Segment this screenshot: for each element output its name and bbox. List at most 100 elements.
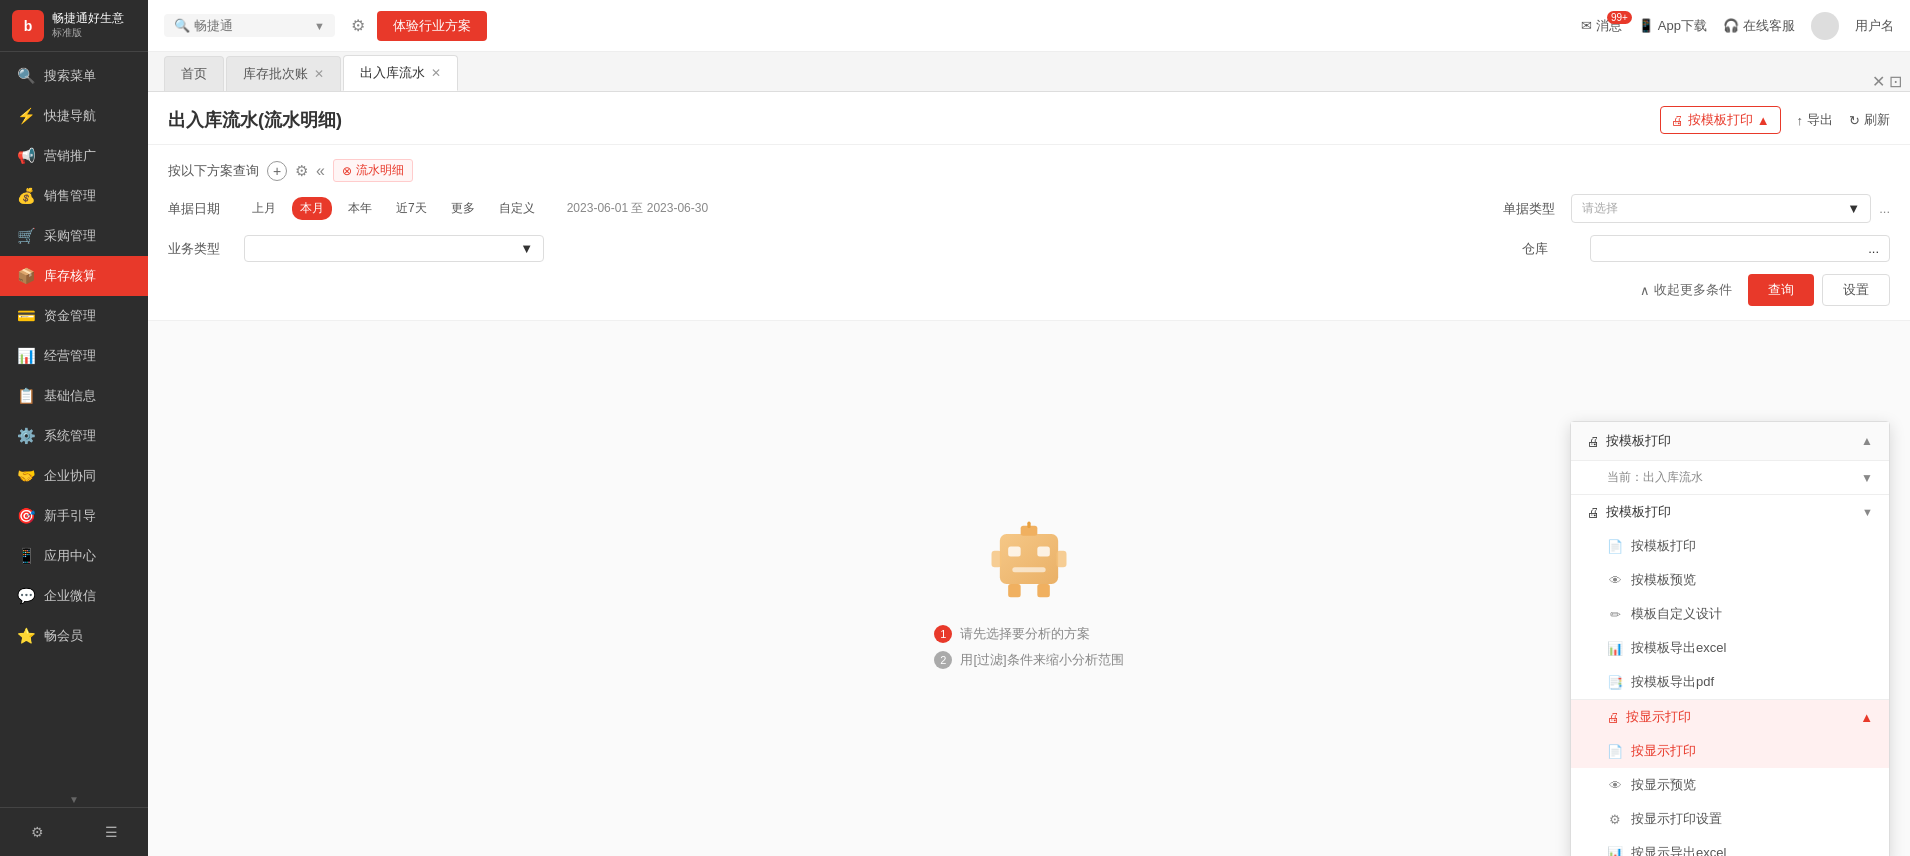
message-button[interactable]: ✉ 消息 99+ bbox=[1581, 17, 1622, 35]
doc-type-more-icon[interactable]: ... bbox=[1879, 201, 1890, 216]
online-service-button[interactable]: 🎧 在线客服 bbox=[1723, 17, 1795, 35]
basic-icon: 📋 bbox=[16, 386, 36, 406]
filter-collapse-icon[interactable]: « bbox=[316, 162, 325, 180]
sidebar-item-member[interactable]: ⭐畅会员 bbox=[0, 616, 148, 656]
sidebar-item-collab[interactable]: 🤝企业协同 bbox=[0, 456, 148, 496]
sidebar-label-finance: 资金管理 bbox=[44, 307, 96, 325]
dropdown-title: 🖨 按模板打印 bbox=[1587, 432, 1671, 450]
tab-batch-account[interactable]: 库存批次账 ✕ bbox=[226, 56, 341, 91]
svg-rect-0 bbox=[1000, 534, 1058, 584]
sidebar-item-inventory[interactable]: 📦库存核算 bbox=[0, 256, 148, 296]
marketing-icon: 📢 bbox=[16, 146, 36, 166]
dropdown-header-arrow[interactable]: ▲ bbox=[1861, 434, 1873, 448]
quick-nav-icon: ⚡ bbox=[16, 106, 36, 126]
template-print-section-header[interactable]: 🖨 按模板打印 ▼ bbox=[1571, 495, 1889, 529]
filter-tag-item[interactable]: ⊗ 流水明细 bbox=[333, 159, 413, 182]
display-preview-item[interactable]: 👁 按显示预览 bbox=[1571, 768, 1889, 802]
template-pdf-item[interactable]: 📑 按模板导出pdf bbox=[1571, 665, 1889, 699]
tab-label-batch-account: 库存批次账 bbox=[243, 65, 308, 83]
date-btn-本年[interactable]: 本年 bbox=[340, 197, 380, 220]
template-excel-item[interactable]: 📊 按模板导出excel bbox=[1571, 631, 1889, 665]
logo-title: 畅捷通好生意 bbox=[52, 11, 124, 27]
filter-date-row: 单据日期 上月本月本年近7天更多自定义 2023-06-01 至 2023-06… bbox=[168, 194, 1890, 223]
display-print-section-header[interactable]: 🖨 按显示打印 ▲ bbox=[1571, 700, 1889, 734]
collapse-icon: ∧ bbox=[1640, 283, 1650, 298]
display-print-item[interactable]: 📄 按显示打印 bbox=[1571, 734, 1889, 768]
date-btn-上月[interactable]: 上月 bbox=[244, 197, 284, 220]
topbar-search-input[interactable] bbox=[194, 18, 314, 33]
sidebar-item-quick-nav[interactable]: ⚡快捷导航 bbox=[0, 96, 148, 136]
display-section-icon: 🖨 bbox=[1607, 710, 1620, 725]
search-icon: 🔍 bbox=[16, 66, 36, 86]
sidebar-label-system: 系统管理 bbox=[44, 427, 96, 445]
data-area: 1 请先选择要分析的方案 2 用[过滤]条件来缩小分析范围 bbox=[148, 321, 1910, 856]
empty-state-icon bbox=[979, 509, 1079, 609]
doc-type-select[interactable]: 请选择 ▼ bbox=[1571, 194, 1871, 223]
print-dropdown-icon[interactable]: ▲ bbox=[1757, 113, 1770, 128]
step1-text: 请先选择要分析的方案 bbox=[960, 625, 1090, 643]
item-excel-icon-2: 📊 bbox=[1607, 845, 1623, 856]
export-icon: ↑ bbox=[1797, 113, 1804, 128]
display-excel-item[interactable]: 📊 按显示导出excel bbox=[1571, 836, 1889, 856]
display-print-settings-item[interactable]: ⚙ 按显示打印设置 bbox=[1571, 802, 1889, 836]
sidebar-scroll-down[interactable]: ▼ bbox=[0, 792, 148, 807]
menu-toggle-icon[interactable]: ☰ bbox=[99, 818, 124, 846]
date-filter-group: 上月本月本年近7天更多自定义 bbox=[244, 197, 543, 220]
filter-settings-icon[interactable]: ⚙ bbox=[295, 162, 308, 180]
sidebar-item-sales[interactable]: 💰销售管理 bbox=[0, 176, 148, 216]
user-avatar[interactable] bbox=[1811, 12, 1839, 40]
tab-flow[interactable]: 出入库流水 ✕ bbox=[343, 55, 458, 91]
print-template-button[interactable]: 🖨 按模板打印 ▲ bbox=[1660, 106, 1781, 134]
collapse-more-button[interactable]: ∧ 收起更多条件 bbox=[1640, 274, 1732, 306]
sidebar-item-wechat[interactable]: 💬企业微信 bbox=[0, 576, 148, 616]
trial-industry-button[interactable]: 体验行业方案 bbox=[377, 11, 487, 41]
inventory-icon: 📦 bbox=[16, 266, 36, 286]
tab-home[interactable]: 首页 bbox=[164, 56, 224, 91]
settings-button[interactable]: 设置 bbox=[1822, 274, 1890, 306]
page-content: 出入库流水(流水明细) 🖨 按模板打印 ▲ ↑ 导出 ↻ 刷新 bbox=[148, 92, 1910, 856]
export-button[interactable]: ↑ 导出 bbox=[1797, 111, 1834, 129]
sidebar-item-purchase[interactable]: 🛒采购管理 bbox=[0, 216, 148, 256]
topbar-gear-icon[interactable]: ⚙ bbox=[351, 16, 365, 35]
settings-icon[interactable]: ⚙ bbox=[25, 818, 50, 846]
dropdown-current-row: 当前：出入库流水 ▼ bbox=[1571, 461, 1889, 495]
svg-rect-9 bbox=[1037, 584, 1050, 597]
step2-text: 用[过滤]条件来缩小分析范围 bbox=[960, 651, 1123, 669]
date-btn-近7天[interactable]: 近7天 bbox=[388, 197, 435, 220]
template-preview-item[interactable]: 👁 按模板预览 bbox=[1571, 563, 1889, 597]
date-btn-自定义[interactable]: 自定义 bbox=[491, 197, 543, 220]
step1-number: 1 bbox=[934, 625, 952, 643]
topbar-search-dropdown-icon[interactable]: ▼ bbox=[314, 20, 325, 32]
filter-add-button[interactable]: + bbox=[267, 161, 287, 181]
tab-close-batch-account[interactable]: ✕ bbox=[314, 67, 324, 81]
tab-close-flow[interactable]: ✕ bbox=[431, 66, 441, 80]
template-print-item-1[interactable]: 📄 按模板打印 bbox=[1571, 529, 1889, 563]
item-print-icon-1: 📄 bbox=[1607, 538, 1623, 554]
topbar-search-icon: 🔍 bbox=[174, 18, 190, 33]
sidebar-item-finance[interactable]: 💳资金管理 bbox=[0, 296, 148, 336]
dropdown-current-arrow[interactable]: ▼ bbox=[1861, 471, 1873, 485]
warehouse-select[interactable]: ... bbox=[1590, 235, 1890, 262]
tab-expand-controls: ✕ ⊡ bbox=[1872, 72, 1902, 91]
topbar-search-box[interactable]: 🔍 ▼ bbox=[164, 14, 335, 37]
tab-maximize-icon[interactable]: ⊡ bbox=[1889, 72, 1902, 91]
biz-type-select[interactable]: ▼ bbox=[244, 235, 544, 262]
page-title: 出入库流水(流水明细) bbox=[168, 108, 342, 132]
sidebar-item-marketing[interactable]: 📢营销推广 bbox=[0, 136, 148, 176]
tab-minimize-icon[interactable]: ✕ bbox=[1872, 72, 1885, 91]
item-design-icon: ✏ bbox=[1607, 606, 1623, 622]
sidebar-item-system[interactable]: ⚙️系统管理 bbox=[0, 416, 148, 456]
sidebar-item-operations[interactable]: 📊经营管理 bbox=[0, 336, 148, 376]
warehouse-dropdown-icon: ... bbox=[1868, 241, 1879, 256]
sidebar-item-app-center[interactable]: 📱应用中心 bbox=[0, 536, 148, 576]
refresh-button[interactable]: ↻ 刷新 bbox=[1849, 111, 1890, 129]
date-btn-本月[interactable]: 本月 bbox=[292, 197, 332, 220]
sidebar-item-search[interactable]: 🔍搜索菜单 bbox=[0, 56, 148, 96]
app-download-button[interactable]: 📱 App下载 bbox=[1638, 17, 1707, 35]
template-design-item[interactable]: ✏ 模板自定义设计 bbox=[1571, 597, 1889, 631]
query-button[interactable]: 查询 bbox=[1748, 274, 1814, 306]
date-btn-更多[interactable]: 更多 bbox=[443, 197, 483, 220]
sidebar-item-guide[interactable]: 🎯新手引导 bbox=[0, 496, 148, 536]
filter-header: 按以下方案查询 + ⚙ « ⊗ 流水明细 bbox=[168, 159, 1890, 182]
sidebar-item-basic[interactable]: 📋基础信息 bbox=[0, 376, 148, 416]
